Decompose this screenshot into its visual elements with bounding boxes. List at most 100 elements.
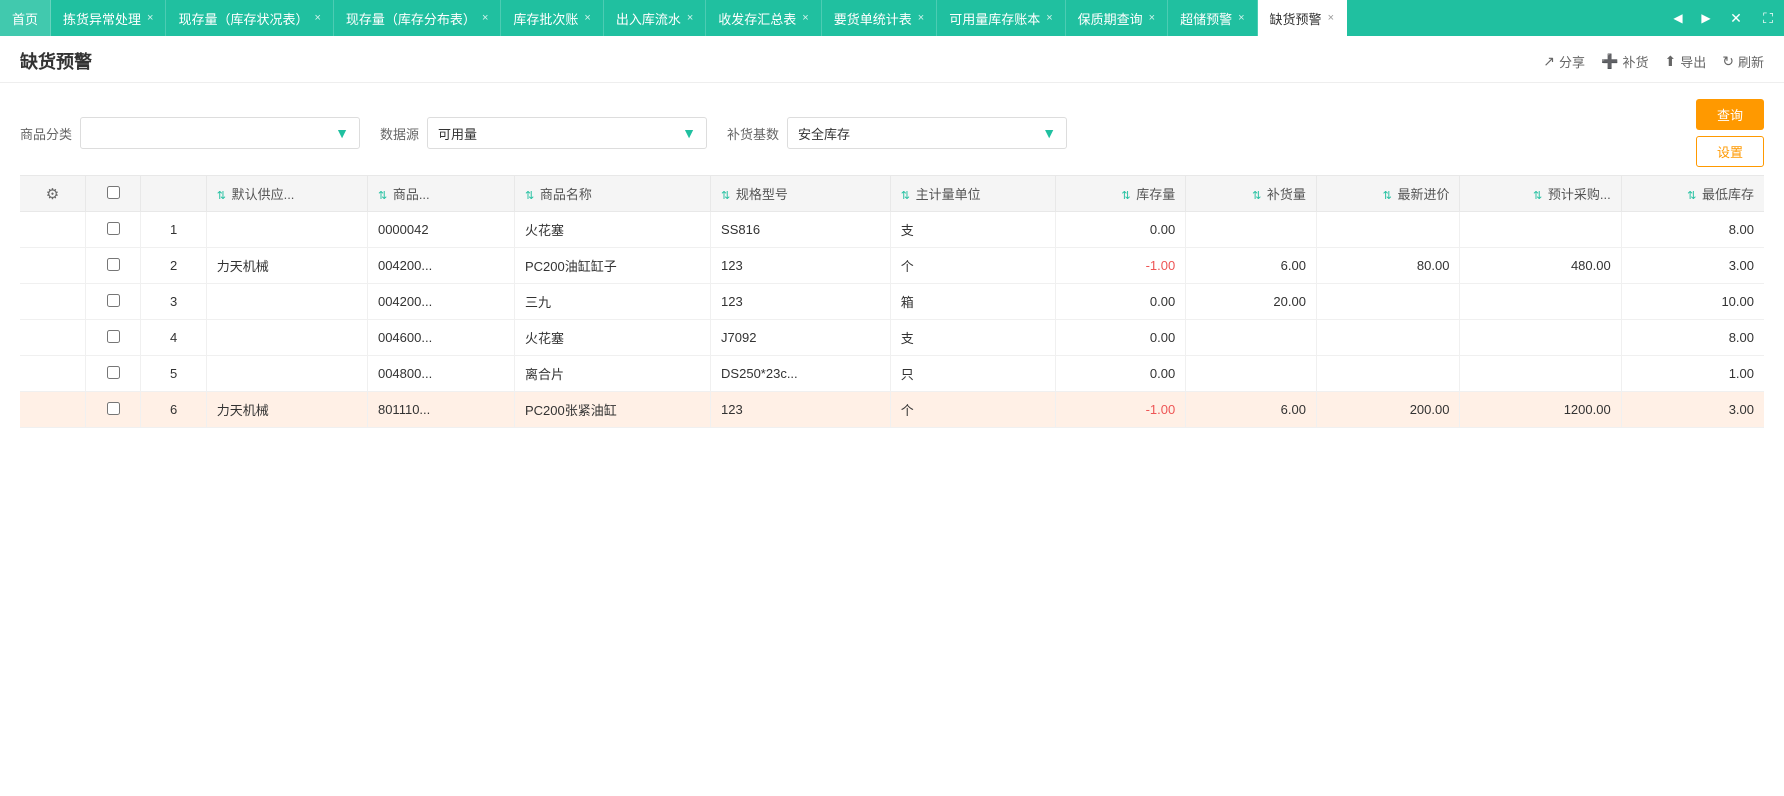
replenish-base-dropdown-icon: ▼ — [1042, 125, 1056, 141]
row-stock: -1.00 — [1055, 248, 1186, 284]
row-min-stock: 1.00 — [1621, 356, 1764, 392]
tab-close-goods-order[interactable]: × — [918, 12, 924, 24]
tab-close-flow[interactable]: × — [687, 12, 693, 24]
row-gear-cell — [20, 356, 85, 392]
row-checkbox[interactable] — [107, 222, 120, 235]
row-replenish — [1186, 356, 1317, 392]
tab-close-quality[interactable]: × — [1149, 12, 1155, 24]
replenish-base-select[interactable]: 安全库存 ▼ — [787, 117, 1067, 149]
tab-quality[interactable]: 保质期查询 × — [1066, 0, 1168, 36]
share-button[interactable]: ↗ 分享 — [1543, 52, 1585, 71]
select-all-checkbox[interactable] — [107, 186, 120, 199]
table-container: ⚙ ⇅ 默认供应... ⇅ 商品... ⇅ — [0, 175, 1784, 448]
tab-bar: 首页 拣货异常处理 × 现存量（库存状况表） × 现存量（库存分布表） × 库存… — [0, 0, 1784, 36]
tab-maximize-btn[interactable]: ⛶ — [1752, 0, 1784, 36]
category-select[interactable]: ▼ — [80, 117, 360, 149]
tab-picking-exception[interactable]: 拣货异常处理 × — [51, 0, 166, 36]
row-checkbox[interactable] — [107, 402, 120, 415]
row-name: 火花塞 — [515, 320, 711, 356]
row-checkbox-cell[interactable] — [85, 320, 141, 356]
col-header-num — [141, 176, 206, 212]
datasource-select[interactable]: 可用量 ▼ — [427, 117, 707, 149]
row-supplier: 力天机械 — [206, 392, 367, 428]
replenish-button[interactable]: ➕ 补货 — [1601, 52, 1648, 71]
table-row[interactable]: 6 力天机械 801110... PC200张紧油缸 123 个 -1.00 6… — [20, 392, 1764, 428]
tab-summary[interactable]: 收发存汇总表 × — [706, 0, 821, 36]
settings-button[interactable]: 设置 — [1696, 136, 1764, 167]
row-gear-cell — [20, 284, 85, 320]
row-checkbox[interactable] — [107, 258, 120, 271]
tab-home[interactable]: 首页 — [0, 0, 51, 36]
category-dropdown-icon: ▼ — [335, 125, 349, 141]
header-actions: ↗ 分享 ➕ 补货 ⬆ 导出 ↻ 刷新 — [1543, 52, 1764, 71]
tab-prev-btn[interactable]: ◀ — [1664, 0, 1692, 36]
row-spec: 123 — [711, 284, 891, 320]
row-estimate-purchase — [1460, 212, 1621, 248]
table-header-row: ⚙ ⇅ 默认供应... ⇅ 商品... ⇅ — [20, 176, 1764, 212]
row-supplier — [206, 320, 367, 356]
datasource-dropdown-icon: ▼ — [682, 125, 696, 141]
row-checkbox-cell[interactable] — [85, 284, 141, 320]
row-checkbox-cell[interactable] — [85, 212, 141, 248]
query-button[interactable]: 查询 — [1696, 99, 1764, 130]
row-checkbox[interactable] — [107, 330, 120, 343]
row-stock: 0.00 — [1055, 356, 1186, 392]
tab-next-btn[interactable]: ▶ — [1692, 0, 1720, 36]
tab-close-picking[interactable]: × — [147, 12, 153, 24]
tab-overstock[interactable]: 超储预警 × — [1168, 0, 1257, 36]
tab-close-stock-status[interactable]: × — [314, 12, 320, 24]
row-unit: 只 — [890, 356, 1055, 392]
row-checkbox[interactable] — [107, 366, 120, 379]
tab-stock-dist[interactable]: 现存量（库存分布表） × — [334, 0, 501, 36]
tab-close-shortage[interactable]: × — [1328, 12, 1334, 24]
datasource-filter-item: 数据源 可用量 ▼ — [380, 117, 707, 149]
row-estimate-purchase — [1460, 320, 1621, 356]
tab-close-summary[interactable]: × — [802, 12, 808, 24]
row-estimate-purchase: 480.00 — [1460, 248, 1621, 284]
row-latest-price — [1316, 356, 1460, 392]
row-index: 6 — [141, 392, 206, 428]
row-latest-price — [1316, 212, 1460, 248]
export-button[interactable]: ⬆ 导出 — [1665, 52, 1707, 71]
row-checkbox-cell[interactable] — [85, 356, 141, 392]
col-header-gear: ⚙ — [20, 176, 85, 212]
table-row[interactable]: 2 力天机械 004200... PC200油缸缸子 123 个 -1.00 6… — [20, 248, 1764, 284]
sort-icon-code: ⇅ — [378, 190, 387, 202]
col-header-checkbox — [85, 176, 141, 212]
row-estimate-purchase — [1460, 356, 1621, 392]
table-row[interactable]: 5 004800... 离合片 DS250*23c... 只 0.00 1.00 — [20, 356, 1764, 392]
category-filter-item: 商品分类 ▼ — [20, 117, 360, 149]
row-latest-price: 200.00 — [1316, 392, 1460, 428]
filter-bar: 商品分类 ▼ 数据源 可用量 ▼ 补货基数 安全库存 ▼ 查询 设置 — [0, 83, 1784, 175]
sort-icon-stock: ⇅ — [1121, 190, 1130, 202]
sort-icon-name: ⇅ — [525, 190, 534, 202]
row-stock: 0.00 — [1055, 320, 1186, 356]
tab-goods-order[interactable]: 要货单统计表 × — [822, 0, 937, 36]
row-gear-cell — [20, 320, 85, 356]
tab-restore-btn[interactable]: ✕ — [1720, 0, 1752, 36]
tab-stock-status[interactable]: 现存量（库存状况表） × — [166, 0, 333, 36]
tab-close-overstock[interactable]: × — [1238, 12, 1244, 24]
table-row[interactable]: 4 004600... 火花塞 J7092 支 0.00 8.00 — [20, 320, 1764, 356]
col-header-code: ⇅ 商品... — [367, 176, 514, 212]
main-content: 缺货预警 ↗ 分享 ➕ 补货 ⬆ 导出 ↻ 刷新 商品分类 — [0, 36, 1784, 796]
table-row[interactable]: 1 0000042 火花塞 SS816 支 0.00 8.00 — [20, 212, 1764, 248]
refresh-button[interactable]: ↻ 刷新 — [1722, 52, 1764, 71]
row-supplier: 力天机械 — [206, 248, 367, 284]
row-checkbox-cell[interactable] — [85, 248, 141, 284]
tab-flow[interactable]: 出入库流水 × — [604, 0, 706, 36]
tab-batch[interactable]: 库存批次账 × — [501, 0, 603, 36]
tab-close-available-stock[interactable]: × — [1046, 12, 1052, 24]
row-spec: SS816 — [711, 212, 891, 248]
row-unit: 个 — [890, 392, 1055, 428]
row-checkbox-cell[interactable] — [85, 392, 141, 428]
tab-available-stock[interactable]: 可用量库存账本 × — [937, 0, 1065, 36]
tab-close-stock-dist[interactable]: × — [482, 12, 488, 24]
row-checkbox[interactable] — [107, 294, 120, 307]
tab-shortage[interactable]: 缺货预警 × — [1258, 0, 1347, 36]
row-code: 004200... — [367, 284, 514, 320]
row-index: 5 — [141, 356, 206, 392]
tab-close-batch[interactable]: × — [584, 12, 590, 24]
gear-icon[interactable]: ⚙ — [46, 186, 59, 203]
table-row[interactable]: 3 004200... 三九 123 箱 0.00 20.00 10.00 — [20, 284, 1764, 320]
